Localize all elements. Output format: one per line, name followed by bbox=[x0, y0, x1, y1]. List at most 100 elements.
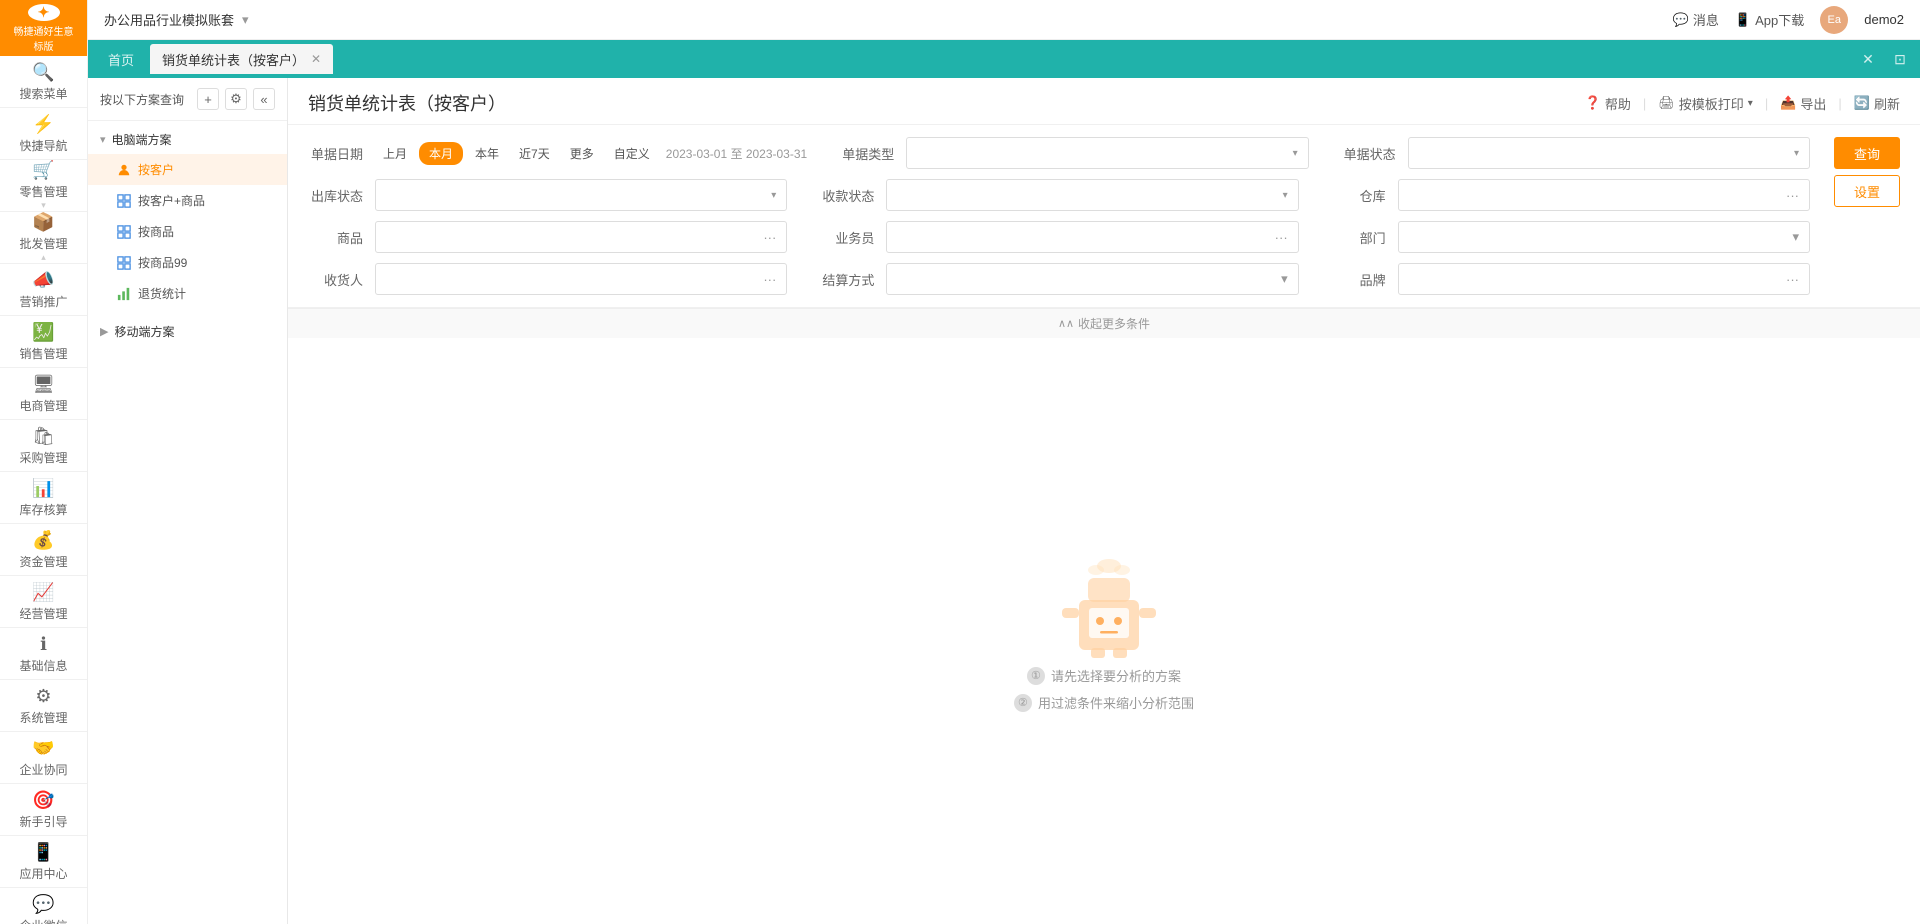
settlement-select[interactable]: ▾ bbox=[886, 263, 1298, 295]
scheme-item-by-product[interactable]: 按商品 bbox=[88, 216, 287, 247]
out-status-dropdown-icon: ▾ bbox=[771, 190, 776, 201]
search-menu-icon: 🔍 bbox=[32, 62, 54, 83]
receipt-status-label: 收款状态 bbox=[819, 186, 874, 205]
message-icon: 💬 bbox=[1673, 12, 1689, 28]
tab-close-icon[interactable]: ✕ bbox=[311, 52, 321, 66]
sidebar-item-quick-nav[interactable]: ⚡ 快捷导航 bbox=[0, 108, 87, 160]
receipt-status-select[interactable]: ▾ bbox=[886, 179, 1298, 211]
message-action[interactable]: 💬 消息 bbox=[1673, 10, 1719, 29]
restore-window-button[interactable]: ⊡ bbox=[1888, 47, 1912, 71]
date-range-text: 2023-03-01 至 2023-03-31 bbox=[666, 145, 807, 162]
sidebar-item-retail[interactable]: 🛒 零售管理 ▾ bbox=[0, 160, 87, 212]
filter-settings-button[interactable]: 设置 bbox=[1834, 175, 1900, 207]
sidebar-item-search-menu[interactable]: 🔍 搜索菜单 bbox=[0, 56, 87, 108]
scheme-item-label: 按客户+商品 bbox=[138, 192, 205, 209]
empty-hint-2: ② 用过滤条件来缩小分析范围 bbox=[1014, 693, 1194, 712]
refresh-action[interactable]: 🔄 刷新 bbox=[1854, 94, 1900, 113]
print-icon: 🖨 bbox=[1658, 95, 1675, 111]
mobile-group-header[interactable]: ▶ 移动端方案 bbox=[88, 317, 287, 346]
sidebar-item-corp-wechat[interactable]: 💬 企业微信 bbox=[0, 888, 87, 924]
sidebar-item-label: 搜索菜单 bbox=[19, 85, 67, 102]
doc-type-label: 单据类型 bbox=[839, 144, 894, 163]
sidebar-item-purchase[interactable]: 🛍 采购管理 bbox=[0, 420, 87, 472]
export-label: 导出 bbox=[1800, 94, 1826, 113]
scheme-item-by-customer-product[interactable]: 按客户+商品 bbox=[88, 185, 287, 216]
export-action[interactable]: 📤 导出 bbox=[1780, 94, 1826, 113]
scheme-item-refund[interactable]: 退货统计 bbox=[88, 278, 287, 309]
scheme-item-label: 按客户 bbox=[138, 161, 174, 178]
sidebar-item-inventory[interactable]: 📊 库存核算 bbox=[0, 472, 87, 524]
sidebar-item-corp[interactable]: 🤝 企业协同 bbox=[0, 732, 87, 784]
tab-sales-stats[interactable]: 销货单统计表（按客户） ✕ bbox=[150, 44, 333, 74]
sidebar-item-basic-info[interactable]: ℹ 基础信息 bbox=[0, 628, 87, 680]
sidebar-item-label: 营销推广 bbox=[19, 293, 67, 310]
out-status-select[interactable]: ▾ bbox=[375, 179, 787, 211]
salesperson-select[interactable]: ··· bbox=[886, 221, 1298, 253]
brand-select[interactable]: ··· bbox=[1398, 263, 1810, 295]
sidebar-item-ecom[interactable]: 🖥 电商管理 bbox=[0, 368, 87, 420]
collapse-panel-button[interactable]: « bbox=[253, 88, 275, 110]
left-panel-actions: + ⚙ « bbox=[197, 88, 275, 110]
sidebar-item-wholesale[interactable]: 📦 批发管理 ▴ bbox=[0, 212, 87, 264]
warehouse-select[interactable]: ··· bbox=[1398, 179, 1810, 211]
tab-bar: 首页 销货单统计表（按客户） ✕ ✕ ⊡ bbox=[88, 40, 1920, 78]
settings-scheme-button[interactable]: ⚙ bbox=[225, 88, 247, 110]
department-select[interactable]: ▾ bbox=[1398, 221, 1810, 253]
help-action[interactable]: ❓ 帮助 bbox=[1585, 94, 1631, 113]
sidebar-item-app-center[interactable]: 📱 应用中心 bbox=[0, 836, 87, 888]
sidebar-item-sys[interactable]: ⚙ 系统管理 bbox=[0, 680, 87, 732]
settlement-label: 结算方式 bbox=[819, 270, 874, 289]
app-download-action[interactable]: 📱 App下载 bbox=[1735, 10, 1804, 29]
filter-row-2: 出库状态 ▾ 收款状态 ▾ 仓库 bbox=[308, 179, 1810, 211]
header-dropdown-icon[interactable]: ▾ bbox=[242, 12, 249, 28]
date-last-7-days[interactable]: 近7天 bbox=[511, 141, 558, 166]
date-last-month[interactable]: 上月 bbox=[375, 141, 415, 166]
scheme-item-label: 退货统计 bbox=[138, 285, 186, 302]
sidebar-item-label: 库存核算 bbox=[19, 501, 67, 518]
sales-icon: 💹 bbox=[32, 322, 54, 343]
corp-icon: 🤝 bbox=[32, 738, 54, 759]
product-label: 商品 bbox=[308, 228, 363, 247]
sidebar-item-label: 基础信息 bbox=[19, 657, 67, 674]
doc-type-select[interactable]: ▾ bbox=[906, 137, 1308, 169]
tab-home-label: 首页 bbox=[108, 50, 134, 69]
template-print-action[interactable]: 🖨 按模板打印 ▾ bbox=[1658, 94, 1753, 113]
scheme-item-by-customer[interactable]: 按客户 bbox=[88, 154, 287, 185]
retail-arrow: ▾ bbox=[41, 200, 46, 211]
marketing-icon: 📣 bbox=[32, 270, 54, 291]
empty-hint-1-text: 请先选择要分析的方案 bbox=[1051, 666, 1181, 685]
desktop-group-header[interactable]: ▾ 电脑端方案 bbox=[88, 125, 287, 154]
date-this-year[interactable]: 本年 bbox=[467, 141, 507, 166]
user-avatar[interactable]: Ea bbox=[1820, 6, 1848, 34]
help-label: 帮助 bbox=[1605, 94, 1631, 113]
sidebar-item-label: 企业微信 bbox=[19, 917, 67, 924]
doc-status-dropdown-icon: ▾ bbox=[1794, 148, 1799, 159]
collapse-bar[interactable]: ∧∧ 收起更多条件 bbox=[288, 308, 1920, 338]
doc-status-select[interactable]: ▾ bbox=[1408, 137, 1810, 169]
doc-status-label: 单据状态 bbox=[1341, 144, 1396, 163]
recipient-select[interactable]: ··· bbox=[375, 263, 787, 295]
sidebar-item-marketing[interactable]: 📣 营销推广 bbox=[0, 264, 87, 316]
sidebar-item-label: 批发管理 bbox=[19, 235, 67, 252]
query-button[interactable]: 查询 bbox=[1834, 137, 1900, 169]
recipient-label: 收货人 bbox=[308, 270, 363, 289]
date-more[interactable]: 更多 bbox=[562, 141, 602, 166]
sidebar-item-label: 资金管理 bbox=[19, 553, 67, 570]
sidebar-item-finance[interactable]: 💰 资金管理 bbox=[0, 524, 87, 576]
scheme-item-by-product-99[interactable]: 按商品99 bbox=[88, 247, 287, 278]
close-all-tabs-button[interactable]: ✕ bbox=[1856, 47, 1880, 71]
tab-home[interactable]: 首页 bbox=[96, 44, 146, 74]
add-scheme-button[interactable]: + bbox=[197, 88, 219, 110]
sidebar-item-operations[interactable]: 📈 经营管理 bbox=[0, 576, 87, 628]
tab-bar-actions: ✕ ⊡ bbox=[1856, 47, 1912, 71]
date-this-month[interactable]: 本月 bbox=[419, 142, 463, 165]
date-custom[interactable]: 自定义 bbox=[606, 141, 658, 166]
product-select[interactable]: ··· bbox=[375, 221, 787, 253]
sidebar-item-sales[interactable]: 💹 销售管理 bbox=[0, 316, 87, 368]
content-area: 按以下方案查询 + ⚙ « ▾ 电脑端方案 bbox=[88, 78, 1920, 924]
sidebar-item-label: 快捷导航 bbox=[19, 137, 67, 154]
purchase-icon: 🛍 bbox=[32, 426, 55, 447]
message-label: 消息 bbox=[1693, 10, 1719, 29]
sidebar-item-new-guide[interactable]: 🎯 新手引导 bbox=[0, 784, 87, 836]
page-header: 销货单统计表（按客户） ❓ 帮助 | 🖨 按模板打印 ▾ | 📤 bbox=[288, 78, 1920, 125]
